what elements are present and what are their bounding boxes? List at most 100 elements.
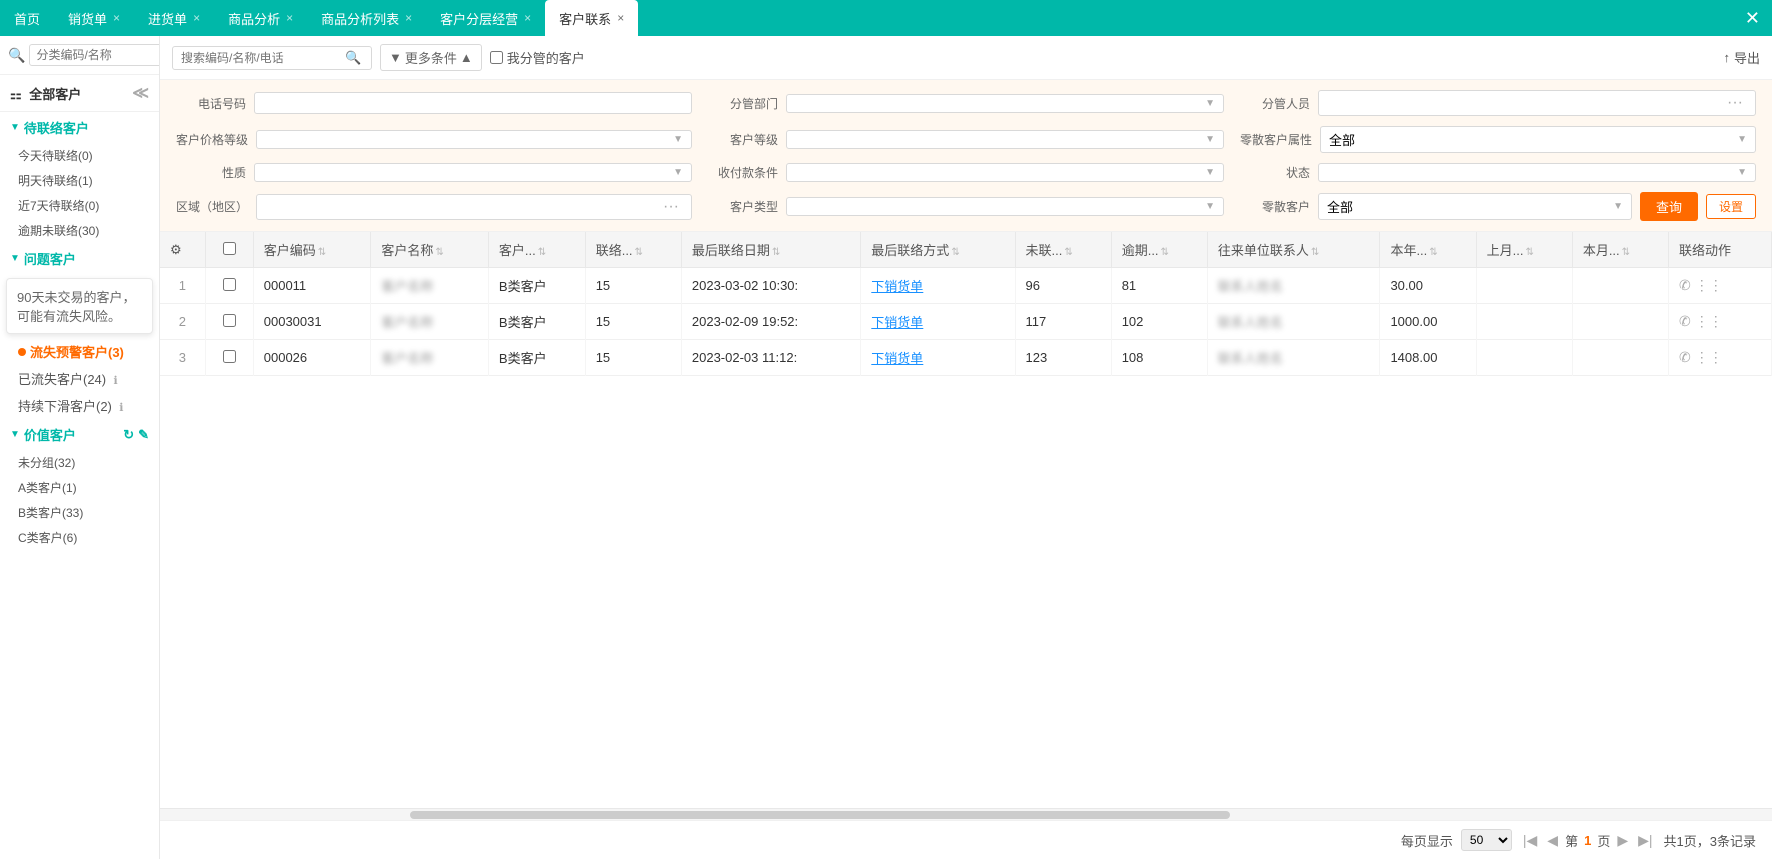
section-value-customers[interactable]: ▼ 价值客户 ↻ ✎ <box>0 419 159 450</box>
tab-sales[interactable]: 销货单 × <box>54 0 134 36</box>
tab-analysis[interactable]: 商品分析 × <box>214 0 307 36</box>
action-more-1[interactable]: ⋮⋮ <box>1695 313 1723 330</box>
sidebar-item-7days[interactable]: 近7天待联络(0) <box>0 193 159 218</box>
cell-actions-1: ✆ ⋮⋮ <box>1669 304 1772 340</box>
more-conditions-btn[interactable]: ▼ 更多条件 ▲ <box>380 44 482 71</box>
row-checkbox-0[interactable] <box>205 268 253 304</box>
sort-contact-count[interactable]: ⇅ <box>635 247 643 258</box>
person-select[interactable]: ··· <box>1318 90 1756 116</box>
my-customers-checkbox[interactable] <box>490 51 503 64</box>
select-all-checkbox[interactable] <box>223 242 236 255</box>
scrollbar-thumb[interactable] <box>410 811 1230 819</box>
sort-last-month[interactable]: ⇅ <box>1525 247 1533 258</box>
close-tab-analysis-list[interactable]: × <box>405 11 412 25</box>
per-page-select[interactable]: 50 100 200 <box>1461 829 1512 851</box>
sidebar-item-a-class[interactable]: A类客户(1) <box>0 475 159 500</box>
col-name: 客户名称⇅ <box>371 232 489 268</box>
sidebar-item-churned[interactable]: 已流失客户(24) ℹ <box>0 365 159 392</box>
customer-level-caret: ▼ <box>1205 134 1215 145</box>
total-records: 共1页，3条记录 <box>1664 831 1756 850</box>
sort-this-year[interactable]: ⇅ <box>1429 247 1437 258</box>
sidebar-item-declining[interactable]: 持续下滑客户(2) ℹ <box>0 392 159 419</box>
tab-customer-contact[interactable]: 客户联系 × <box>545 0 638 36</box>
sidebar-search-input[interactable] <box>29 44 160 66</box>
sort-contact-person[interactable]: ⇅ <box>1311 247 1319 258</box>
status-select[interactable]: ▼ <box>1318 163 1756 182</box>
next-page-btn[interactable]: ▶ <box>1614 832 1631 849</box>
cell-last-method-2[interactable]: 下销货单 <box>861 340 1015 376</box>
price-level-select[interactable]: ▼ <box>256 130 692 149</box>
sidebar-item-overdue[interactable]: 逾期未联络(30) <box>0 218 159 243</box>
sort-last-method[interactable]: ⇅ <box>951 247 959 258</box>
sidebar-item-ungroup[interactable]: 未分组(32) <box>0 450 159 475</box>
close-tab-customer-tier[interactable]: × <box>524 11 531 25</box>
close-tab-customer-contact[interactable]: × <box>617 11 624 25</box>
section-problem-customers[interactable]: ▼ 问题客户 <box>0 243 159 274</box>
section-pending-contact[interactable]: ▼ 待联络客户 <box>0 112 159 143</box>
last-page-btn[interactable]: ▶| <box>1635 832 1655 849</box>
edit-icon[interactable]: ✎ <box>138 427 149 443</box>
cell-last-method-1[interactable]: 下销货单 <box>861 304 1015 340</box>
tab-bar: 首页 销货单 × 进货单 × 商品分析 × 商品分析列表 × 客户分层经营 × … <box>0 0 1772 36</box>
settings-button[interactable]: 设置 <box>1706 194 1756 219</box>
row-checkbox-2[interactable] <box>205 340 253 376</box>
tab-home[interactable]: 首页 <box>0 0 54 36</box>
my-customers-filter[interactable]: 我分管的客户 <box>490 48 585 67</box>
sort-name[interactable]: ⇅ <box>435 247 443 258</box>
sidebar-item-tomorrow[interactable]: 明天待联络(1) <box>0 168 159 193</box>
person-dots[interactable]: ··· <box>1723 94 1747 112</box>
nature-select[interactable]: ▼ <box>254 163 692 182</box>
action-contact-1[interactable]: ✆ <box>1679 313 1691 330</box>
region-dots[interactable]: ··· <box>659 198 683 216</box>
scatter-customer-select[interactable]: 全部 ▼ <box>1318 193 1632 220</box>
close-all-tabs[interactable]: ✕ <box>1733 8 1772 29</box>
sort-last-date[interactable]: ⇅ <box>772 247 780 258</box>
sidebar-item-b-class[interactable]: B类客户(33) <box>0 500 159 525</box>
horizontal-scrollbar[interactable] <box>160 808 1772 820</box>
prev-page-btn[interactable]: ◀ <box>1544 832 1561 849</box>
first-page-btn[interactable]: |◀ <box>1520 832 1540 849</box>
close-tab-sales[interactable]: × <box>113 11 120 25</box>
dept-select[interactable]: ▼ <box>786 94 1224 113</box>
sidebar-item-churn-warning[interactable]: 流失预警客户(3) <box>0 338 159 365</box>
tab-analysis-list[interactable]: 商品分析列表 × <box>307 0 426 36</box>
sidebar-item-today[interactable]: 今天待联络(0) <box>0 143 159 168</box>
sidebar-search-icon: 🔍 <box>8 47 25 64</box>
col-checkbox[interactable] <box>205 232 253 268</box>
customer-level-select[interactable]: ▼ <box>786 130 1224 149</box>
cell-last-method-0[interactable]: 下销货单 <box>861 268 1015 304</box>
scatter-attr-select[interactable]: 全部 ▼ <box>1320 126 1756 153</box>
sort-uncontacted[interactable]: ⇅ <box>1064 247 1072 258</box>
customer-level-label: 客户等级 <box>708 131 778 148</box>
phone-input[interactable] <box>254 92 692 114</box>
export-btn[interactable]: ↑ 导出 <box>1723 48 1760 67</box>
tab-purchase[interactable]: 进货单 × <box>134 0 214 36</box>
status-caret: ▼ <box>1737 167 1747 178</box>
col-settings[interactable]: ⚙ <box>160 232 205 268</box>
row-checkbox-1[interactable] <box>205 304 253 340</box>
search-input[interactable] <box>181 51 341 65</box>
collapse-icon[interactable]: ≪ <box>132 83 149 103</box>
sidebar-all-customers[interactable]: ⚏ 全部客户 ≪ <box>0 75 159 112</box>
sort-type[interactable]: ⇅ <box>538 247 546 258</box>
tab-customer-tier[interactable]: 客户分层经营 × <box>426 0 545 36</box>
sidebar-item-c-class[interactable]: C类客户(6) <box>0 525 159 550</box>
sort-code[interactable]: ⇅ <box>318 247 326 258</box>
sort-overdue[interactable]: ⇅ <box>1161 247 1169 258</box>
action-more-0[interactable]: ⋮⋮ <box>1695 277 1723 294</box>
close-tab-purchase[interactable]: × <box>193 11 200 25</box>
customer-type-select[interactable]: ▼ <box>786 197 1224 216</box>
search-submit-icon[interactable]: 🔍 <box>345 50 361 66</box>
arrow-pending: ▼ <box>10 122 20 133</box>
close-tab-analysis[interactable]: × <box>286 11 293 25</box>
action-more-2[interactable]: ⋮⋮ <box>1695 349 1723 366</box>
sort-this-month[interactable]: ⇅ <box>1622 247 1630 258</box>
payment-select[interactable]: ▼ <box>786 163 1224 182</box>
action-contact-2[interactable]: ✆ <box>1679 349 1691 366</box>
action-contact-0[interactable]: ✆ <box>1679 277 1691 294</box>
sidebar: 🔍 ⚏ 全部客户 ≪ ▼ 待联络客户 今天待联络(0) 明天待联络(1) 近7天… <box>0 36 160 859</box>
region-select[interactable]: ··· <box>256 194 692 220</box>
query-button[interactable]: 查询 <box>1640 192 1698 221</box>
table-header-row: ⚙ 客户编码⇅ 客户名称⇅ 客户...⇅ 联络...⇅ 最后联络日期⇅ 最后联络… <box>160 232 1772 268</box>
refresh-icon[interactable]: ↻ <box>123 427 134 443</box>
